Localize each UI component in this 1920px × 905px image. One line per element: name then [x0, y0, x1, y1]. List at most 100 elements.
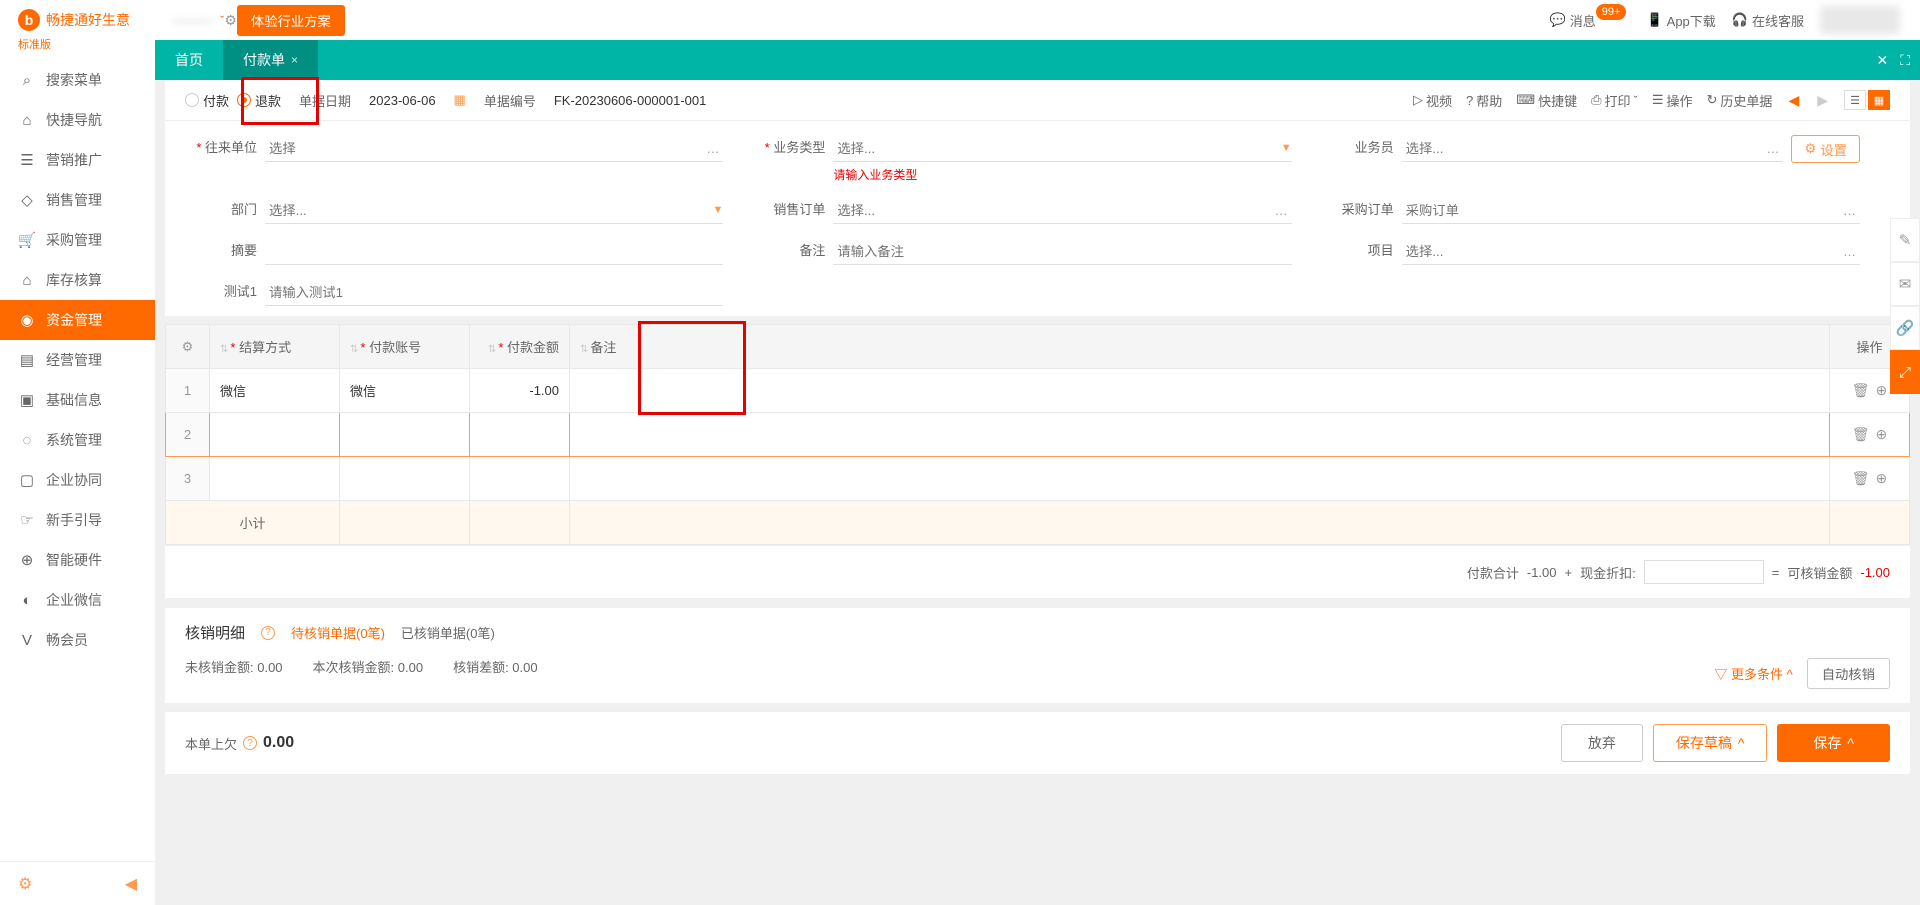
table-row[interactable]: 1微信微信-1.00🗑⊕ — [166, 369, 1910, 413]
chevron-down-icon[interactable]: ▼ — [1281, 142, 1292, 154]
sidebar-item-14[interactable]: V畅会员 — [0, 620, 155, 660]
account-cell[interactable] — [340, 457, 470, 501]
save-button[interactable]: 保存^ — [1777, 724, 1890, 762]
radio-pay[interactable]: 付款 — [185, 91, 229, 110]
dock-note-icon[interactable]: ✎ — [1890, 218, 1920, 262]
tab-home[interactable]: 首页 — [155, 40, 223, 80]
close-icon[interactable]: × — [291, 53, 298, 67]
more-icon[interactable]: … — [1762, 141, 1783, 156]
ops-link[interactable]: ☰操作 — [1652, 91, 1693, 110]
sidebar-item-13[interactable]: ◐企业微信 — [0, 580, 155, 620]
sales-order-input[interactable] — [833, 197, 1270, 223]
video-link[interactable]: ▷视频 — [1413, 91, 1452, 110]
remark-cell[interactable] — [570, 457, 1830, 501]
messages-link[interactable]: 💬 消息 99+ — [1550, 11, 1631, 30]
method-header[interactable]: ⇅* 结算方式 — [210, 325, 340, 369]
info-icon[interactable]: ? — [261, 626, 275, 640]
view-list-button[interactable]: ☰ — [1844, 90, 1866, 110]
radio-refund[interactable]: 退款 — [237, 91, 281, 110]
test1-input[interactable] — [265, 279, 723, 305]
tab-payment[interactable]: 付款单 × — [223, 40, 318, 80]
remark-input[interactable] — [833, 238, 1291, 264]
trial-button[interactable]: 体验行业方案 — [237, 5, 345, 36]
shortcut-link[interactable]: ⌨快捷键 — [1516, 91, 1577, 110]
salesman-input[interactable] — [1402, 135, 1763, 161]
remark-cell[interactable] — [570, 413, 1830, 457]
delete-icon[interactable]: 🗑 — [1852, 470, 1870, 486]
amount-cell[interactable] — [470, 413, 570, 457]
sidebar-item-2[interactable]: ☰营销推广 — [0, 140, 155, 180]
more-icon[interactable]: … — [702, 141, 723, 156]
table-row[interactable]: 2🗑⊕ — [166, 413, 1910, 457]
calendar-icon[interactable]: ▦ — [454, 92, 466, 108]
sidebar-item-6[interactable]: ◉资金管理 — [0, 300, 155, 340]
dock-inbox-icon[interactable]: ✉ — [1890, 262, 1920, 306]
next-doc-icon[interactable]: ▶ — [1815, 92, 1830, 109]
save-draft-button[interactable]: 保存草稿^ — [1653, 724, 1768, 762]
sidebar-item-9[interactable]: ◌系统管理 — [0, 420, 155, 460]
sidebar-item-11[interactable]: ☞新手引导 — [0, 500, 155, 540]
partner-input[interactable] — [265, 135, 702, 161]
chevron-down-icon[interactable]: ▼ — [712, 204, 723, 216]
settings-gear-icon[interactable]: ⚙ — [18, 874, 32, 894]
purchase-order-input[interactable] — [1402, 197, 1839, 223]
fullscreen-icon[interactable]: ⛶ — [1900, 52, 1910, 69]
sidebar-item-3[interactable]: ◇销售管理 — [0, 180, 155, 220]
amount-header[interactable]: ⇅* 付款金额 — [470, 325, 570, 369]
sidebar-item-12[interactable]: ⊕智能硬件 — [0, 540, 155, 580]
more-conditions-link[interactable]: ▽ 更多条件 ^ — [1714, 664, 1792, 683]
sidebar-item-8[interactable]: ▣基础信息 — [0, 380, 155, 420]
view-card-button[interactable]: ▦ — [1868, 90, 1890, 110]
user-avatar[interactable] — [1820, 6, 1900, 34]
info-icon[interactable]: ? — [243, 736, 257, 750]
sidebar-item-0[interactable]: ⌕搜索菜单 — [0, 60, 155, 100]
more-icon[interactable]: … — [1271, 203, 1292, 218]
summary-input[interactable] — [265, 238, 723, 264]
org-selector-blur[interactable]: ——— — [165, 9, 220, 32]
remark-cell[interactable] — [570, 369, 1830, 413]
amount-cell[interactable] — [470, 457, 570, 501]
account-cell[interactable] — [340, 413, 470, 457]
prev-doc-icon[interactable]: ◀ — [1786, 92, 1801, 109]
dept-input[interactable] — [265, 197, 712, 223]
delete-icon[interactable]: 🗑 — [1852, 382, 1870, 398]
dock-expand-icon[interactable]: ⤢ — [1890, 350, 1920, 394]
sidebar-item-7[interactable]: ▤经营管理 — [0, 340, 155, 380]
help-link[interactable]: ?帮助 — [1466, 91, 1502, 110]
biz-type-input[interactable] — [833, 135, 1280, 161]
dock-attach-icon[interactable]: 🔗 — [1890, 306, 1920, 350]
cancel-button[interactable]: 放弃 — [1561, 724, 1643, 762]
delete-icon[interactable]: 🗑 — [1852, 426, 1870, 442]
amount-cell[interactable]: -1.00 — [470, 369, 570, 413]
online-service-link[interactable]: 🎧 在线客服 — [1732, 11, 1804, 30]
pending-tab[interactable]: 待核销单据(0笔) — [291, 623, 385, 642]
auto-writeoff-button[interactable]: 自动核销 — [1807, 658, 1890, 689]
collapse-icon[interactable]: ◀ — [125, 874, 137, 894]
cash-discount-input[interactable] — [1644, 560, 1764, 584]
done-tab[interactable]: 已核销单据(0笔) — [401, 623, 495, 642]
sidebar-item-1[interactable]: ⌂快捷导航 — [0, 100, 155, 140]
more-icon[interactable]: … — [1839, 244, 1860, 259]
gear-icon[interactable]: ⚙ — [224, 12, 237, 29]
sidebar-item-4[interactable]: 🛒采购管理 — [0, 220, 155, 260]
sidebar-item-5[interactable]: ⌂库存核算 — [0, 260, 155, 300]
history-link[interactable]: ↻历史单据 — [1707, 91, 1773, 110]
settings-button[interactable]: ⚙设置 — [1791, 135, 1860, 163]
add-row-icon[interactable]: ⊕ — [1876, 426, 1888, 442]
print-link[interactable]: ⎙打印 ˇ — [1591, 91, 1638, 110]
account-cell[interactable]: 微信 — [340, 369, 470, 413]
remark-header[interactable]: ⇅备注 — [570, 325, 1830, 369]
method-cell[interactable] — [210, 413, 340, 457]
close-all-icon[interactable]: ✕ — [1876, 52, 1888, 69]
method-cell[interactable]: 微信 — [210, 369, 340, 413]
table-row[interactable]: 3🗑⊕ — [166, 457, 1910, 501]
add-row-icon[interactable]: ⊕ — [1876, 382, 1888, 398]
project-input[interactable] — [1402, 238, 1839, 264]
account-header[interactable]: ⇅* 付款账号 — [340, 325, 470, 369]
app-download-link[interactable]: 📱 App下载 — [1646, 11, 1715, 30]
more-icon[interactable]: … — [1839, 203, 1860, 218]
add-row-icon[interactable]: ⊕ — [1876, 470, 1888, 486]
method-cell[interactable] — [210, 457, 340, 501]
sidebar-item-10[interactable]: ▢企业协同 — [0, 460, 155, 500]
doc-date-value[interactable]: 2023-06-06 — [369, 93, 436, 108]
